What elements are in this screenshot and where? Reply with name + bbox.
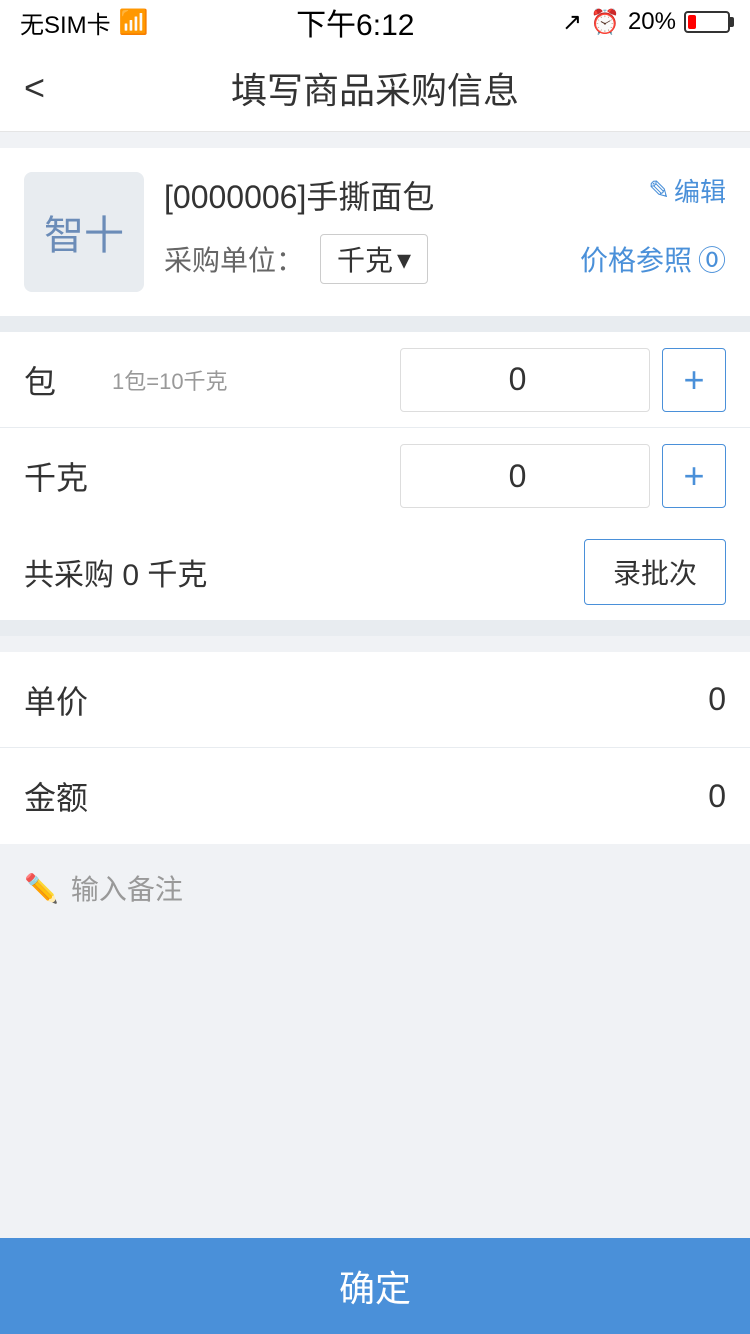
status-bar: 无SIM卡 📶 下午6:12 ↗ ⏰ 20% [0, 0, 750, 44]
unit-price-value: 0 [708, 681, 726, 718]
empty-space [0, 932, 750, 1272]
location-icon: ↗ [562, 8, 582, 37]
unit-select[interactable]: 千克 ▾ [320, 234, 428, 284]
summary-row: 共采购 0 千克 录批次 [0, 524, 750, 620]
unit-price-row: 单价 0 [0, 652, 750, 748]
battery-fill [688, 15, 696, 29]
unit-row: 采购单位： 千克 ▾ 价格参照 ⓪ [164, 234, 726, 284]
wifi-icon: 📶 [119, 8, 149, 37]
bag-sublabel: 1包=10千克 [112, 364, 228, 396]
battery-indicator [684, 11, 730, 33]
separator-1 [0, 316, 750, 332]
separator-2 [0, 620, 750, 636]
amount-label: 金额 [24, 773, 88, 819]
status-time: 下午6:12 [296, 0, 414, 44]
product-header: [0000006]手撕面包 ✎ 编辑 [164, 172, 726, 218]
battery-percent: 20% [628, 8, 676, 36]
edit-icon: ✎ [648, 175, 670, 206]
summary-prefix: 共采购 [24, 559, 114, 592]
product-card: 智十 [0000006]手撕面包 ✎ 编辑 采购单位： 千克 ▾ 价格参照 ⓪ [0, 148, 750, 316]
note-placeholder: 输入备注 [71, 868, 183, 908]
unit-value: 千克 [337, 239, 393, 279]
kg-quantity-input[interactable] [400, 444, 650, 508]
summary-unit: 千克 [147, 559, 207, 592]
summary-amount: 0 [122, 559, 139, 592]
price-reference-button[interactable]: 价格参照 ⓪ [580, 239, 726, 279]
amount-value: 0 [708, 778, 726, 815]
kg-plus-button[interactable]: + [662, 444, 726, 508]
kg-input-row: 千克 + [0, 428, 750, 524]
status-right: ↗ ⏰ 20% [562, 8, 730, 37]
bag-label: 包 [24, 357, 104, 403]
price-section: 单价 0 金额 0 [0, 652, 750, 844]
pencil-icon: ✏️ [24, 872, 59, 905]
bag-input-row: 包 1包=10千克 + [0, 332, 750, 428]
bag-plus-button[interactable]: + [662, 348, 726, 412]
product-logo-text: 智十 [44, 203, 124, 261]
status-left: 无SIM卡 📶 [20, 5, 149, 40]
confirm-button[interactable]: 确定 [0, 1238, 750, 1334]
edit-button[interactable]: ✎ 编辑 [648, 172, 726, 209]
nav-bar: < 填写商品采购信息 [0, 44, 750, 132]
dropdown-icon: ▾ [397, 243, 411, 276]
batch-button[interactable]: 录批次 [584, 539, 726, 605]
input-section: 包 1包=10千克 + 千克 + [0, 332, 750, 524]
note-section[interactable]: ✏️ 输入备注 [0, 844, 750, 932]
price-ref-label: 价格参照 [580, 239, 692, 279]
unit-label: 采购单位： [164, 239, 304, 279]
alarm-icon: ⏰ [590, 8, 620, 37]
product-info: [0000006]手撕面包 ✎ 编辑 采购单位： 千克 ▾ 价格参照 ⓪ [164, 172, 726, 284]
unit-price-label: 单价 [24, 677, 88, 723]
summary-text: 共采购 0 千克 [24, 550, 207, 594]
page-title: 填写商品采购信息 [231, 62, 519, 114]
product-image: 智十 [24, 172, 144, 292]
kg-label: 千克 [24, 453, 104, 499]
carrier-text: 无SIM卡 [20, 5, 111, 40]
bag-quantity-input[interactable] [400, 348, 650, 412]
amount-row: 金额 0 [0, 748, 750, 844]
edit-label: 编辑 [674, 172, 726, 209]
back-button[interactable]: < [24, 67, 45, 109]
help-icon: ⓪ [698, 239, 726, 279]
product-name: [0000006]手撕面包 [164, 172, 434, 218]
